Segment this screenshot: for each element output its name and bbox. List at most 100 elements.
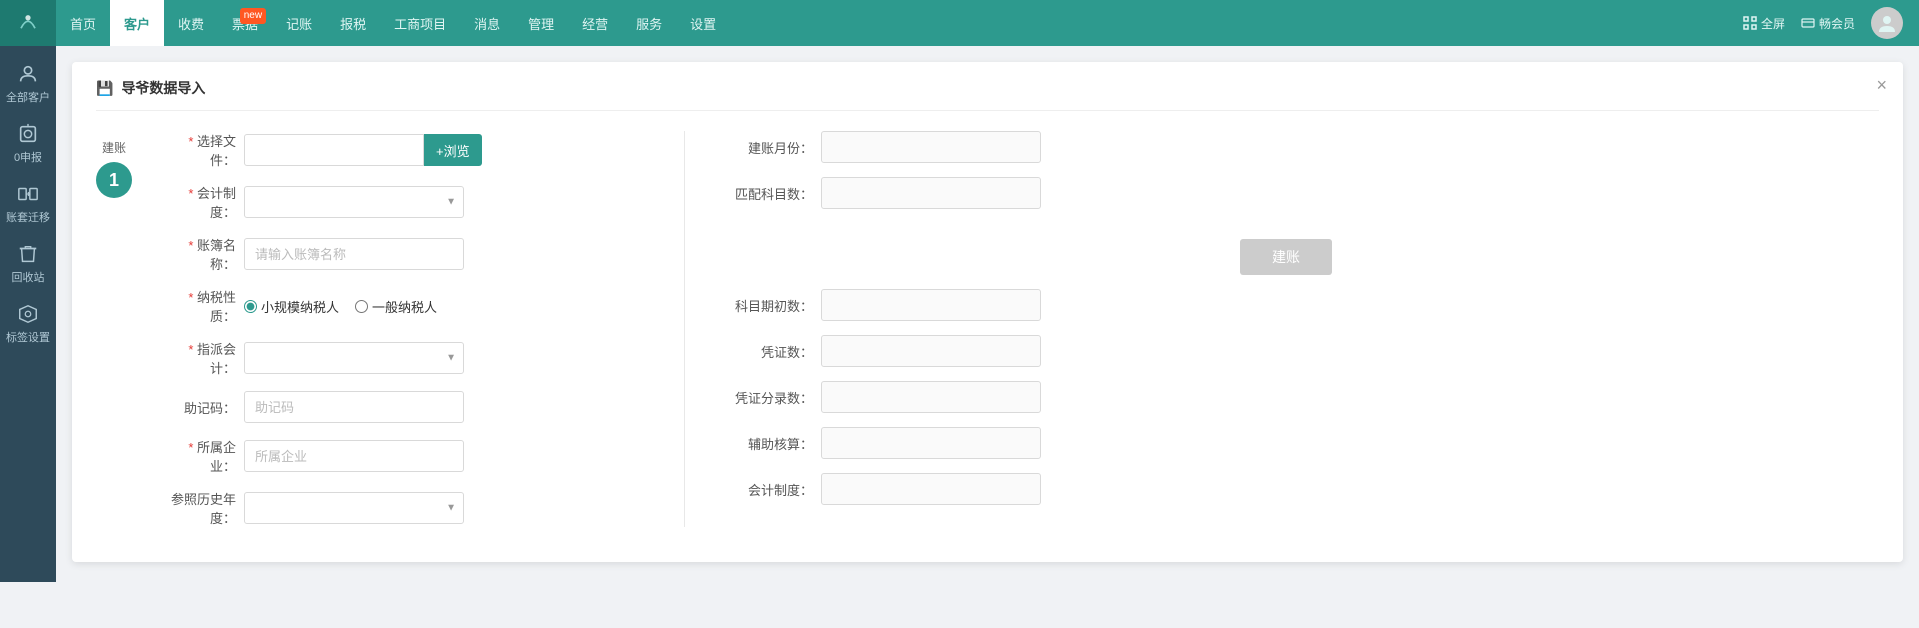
tax-general-label[interactable]: 一般纳税人 bbox=[355, 297, 437, 316]
build-account-button[interactable]: 建账 bbox=[1240, 239, 1332, 275]
build-month-row: 建账月份： bbox=[733, 131, 1879, 163]
sidebar-label-tag-settings: 标签设置 bbox=[6, 329, 50, 345]
memo-input[interactable] bbox=[244, 391, 464, 423]
form-body: 建账 1 * 选择文件： +浏览 会计制度： bbox=[96, 131, 1879, 527]
accounting-system-label: 会计制度： bbox=[164, 183, 236, 221]
main-content: 💾 导爷数据导入 × 建账 1 * 选择文件： +浏览 bbox=[56, 46, 1919, 582]
topbar-nav: 首页 客户 收费 票据 new 记账 报税 工商项目 消息 管理 经营 服务 设… bbox=[56, 0, 1743, 46]
logo[interactable] bbox=[0, 0, 56, 46]
voucher-count-row: 凭证数： bbox=[733, 335, 1879, 367]
ledger-name-row: 账簿名称： bbox=[164, 235, 644, 273]
sidebar-label-migrate: 账套迁移 bbox=[6, 209, 50, 225]
modal-header: 💾 导爷数据导入 bbox=[96, 78, 1879, 111]
sidebar-label-zero-report: 0申报 bbox=[14, 149, 42, 165]
sidebar-label-all-customers: 全部客户 bbox=[6, 89, 50, 105]
nav-service[interactable]: 服务 bbox=[622, 0, 676, 46]
avatar[interactable] bbox=[1871, 7, 1903, 39]
period-initial-label: 科目期初数： bbox=[733, 296, 813, 315]
nav-bookkeeping[interactable]: 记账 bbox=[272, 0, 326, 46]
period-initial-row: 科目期初数： bbox=[733, 289, 1879, 321]
right-accounting-system-value bbox=[821, 473, 1041, 505]
company-label: 所属企业： bbox=[164, 437, 236, 475]
right-accounting-system-label: 会计制度： bbox=[733, 480, 813, 499]
tax-type-label: 纳税性质： bbox=[164, 287, 236, 325]
accountant-select-wrap: ▼ bbox=[244, 342, 464, 374]
tax-type-row: 纳税性质： 小规模纳税人 一般纳税人 bbox=[164, 287, 644, 325]
form-right-inner: 建账月份： 匹配科目数： 建账 科目期初数： bbox=[733, 131, 1879, 505]
nav-operation[interactable]: 经营 bbox=[568, 0, 622, 46]
company-row: 所属企业： bbox=[164, 437, 644, 475]
step-label: 建账 bbox=[102, 139, 126, 156]
memo-label: 助记码： bbox=[164, 398, 236, 417]
ledger-name-label: 账簿名称： bbox=[164, 235, 236, 273]
build-btn-row: 建账 bbox=[733, 223, 1879, 275]
sidebar-item-zero-report[interactable]: 0申报 bbox=[0, 114, 56, 174]
file-row: * 选择文件： +浏览 bbox=[164, 131, 644, 169]
auxiliary-label: 辅助核算： bbox=[733, 434, 813, 453]
import-icon: 💾 bbox=[96, 80, 113, 97]
memo-row: 助记码： bbox=[164, 391, 644, 423]
match-subjects-label: 匹配科目数： bbox=[733, 184, 813, 203]
sidebar-item-all-customers[interactable]: 全部客户 bbox=[0, 54, 56, 114]
history-year-select[interactable] bbox=[244, 492, 464, 524]
nav-home[interactable]: 首页 bbox=[56, 0, 110, 46]
build-month-label: 建账月份： bbox=[733, 138, 813, 157]
browse-button[interactable]: +浏览 bbox=[424, 134, 482, 166]
match-subjects-row: 匹配科目数： bbox=[733, 177, 1879, 209]
accountant-label: 指派会计： bbox=[164, 339, 236, 377]
nav-customer[interactable]: 客户 bbox=[110, 0, 164, 46]
sidebar: 全部客户 0申报 账套迁移 回收站 标签设置 bbox=[0, 46, 56, 582]
company-input[interactable] bbox=[244, 440, 464, 472]
member-btn[interactable]: 畅会员 bbox=[1801, 15, 1855, 32]
history-year-row: 参照历史年度： ▼ bbox=[164, 489, 644, 527]
accountant-row: 指派会计： ▼ bbox=[164, 339, 644, 377]
sidebar-item-migrate[interactable]: 账套迁移 bbox=[0, 174, 56, 234]
period-initial-value bbox=[821, 289, 1041, 321]
right-fields: 建账月份： 匹配科目数： 建账 科目期初数： bbox=[733, 131, 1879, 505]
accounting-system-row: 会计制度： ▼ bbox=[164, 183, 644, 221]
form-right: 建账月份： 匹配科目数： 建账 科目期初数： bbox=[725, 131, 1879, 527]
accounting-system-select[interactable] bbox=[244, 186, 464, 218]
voucher-count-value bbox=[821, 335, 1041, 367]
modal-card: 💾 导爷数据导入 × 建账 1 * 选择文件： +浏览 bbox=[72, 62, 1903, 562]
match-subjects-value bbox=[821, 177, 1041, 209]
nav-invoice-badge: new bbox=[240, 8, 266, 24]
voucher-entries-value bbox=[821, 381, 1041, 413]
sidebar-item-trash[interactable]: 回收站 bbox=[0, 234, 56, 294]
nav-message[interactable]: 消息 bbox=[460, 0, 514, 46]
voucher-count-label: 凭证数： bbox=[733, 342, 813, 361]
file-input[interactable] bbox=[244, 134, 424, 166]
nav-tax[interactable]: 报税 bbox=[326, 0, 380, 46]
nav-invoice[interactable]: 票据 new bbox=[218, 0, 272, 46]
auxiliary-row: 辅助核算： bbox=[733, 427, 1879, 459]
tax-small-label[interactable]: 小规模纳税人 bbox=[244, 297, 339, 316]
tax-type-radio-group: 小规模纳税人 一般纳税人 bbox=[244, 297, 437, 316]
fullscreen-btn[interactable]: 全屏 bbox=[1743, 15, 1785, 32]
history-year-label: 参照历史年度： bbox=[164, 489, 236, 527]
form-divider bbox=[684, 131, 685, 527]
tax-general-radio[interactable] bbox=[355, 300, 368, 313]
sidebar-label-trash: 回收站 bbox=[12, 269, 45, 285]
close-button[interactable]: × bbox=[1876, 76, 1887, 94]
step-circle: 1 bbox=[96, 162, 132, 198]
file-label: * 选择文件： bbox=[164, 131, 236, 169]
ledger-name-input[interactable] bbox=[244, 238, 464, 270]
nav-settings[interactable]: 设置 bbox=[676, 0, 730, 46]
sidebar-item-tag-settings[interactable]: 标签设置 bbox=[0, 294, 56, 354]
form-left: * 选择文件： +浏览 会计制度： ▼ bbox=[164, 131, 644, 527]
modal-title: 导爷数据导入 bbox=[121, 78, 205, 98]
right-accounting-system-row: 会计制度： bbox=[733, 473, 1879, 505]
auxiliary-value bbox=[821, 427, 1041, 459]
build-month-value bbox=[821, 131, 1041, 163]
accounting-system-select-wrap: ▼ bbox=[244, 186, 464, 218]
accountant-select[interactable] bbox=[244, 342, 464, 374]
tax-small-radio[interactable] bbox=[244, 300, 257, 313]
step-indicator: 建账 1 bbox=[96, 131, 132, 527]
file-input-row: +浏览 bbox=[244, 134, 482, 166]
voucher-entries-label: 凭证分录数： bbox=[733, 388, 813, 407]
nav-business[interactable]: 工商项目 bbox=[380, 0, 460, 46]
nav-manage[interactable]: 管理 bbox=[514, 0, 568, 46]
nav-fee[interactable]: 收费 bbox=[164, 0, 218, 46]
topbar-right: 全屏 畅会员 bbox=[1743, 7, 1919, 39]
topbar: 首页 客户 收费 票据 new 记账 报税 工商项目 消息 管理 经营 服务 设… bbox=[0, 0, 1919, 46]
